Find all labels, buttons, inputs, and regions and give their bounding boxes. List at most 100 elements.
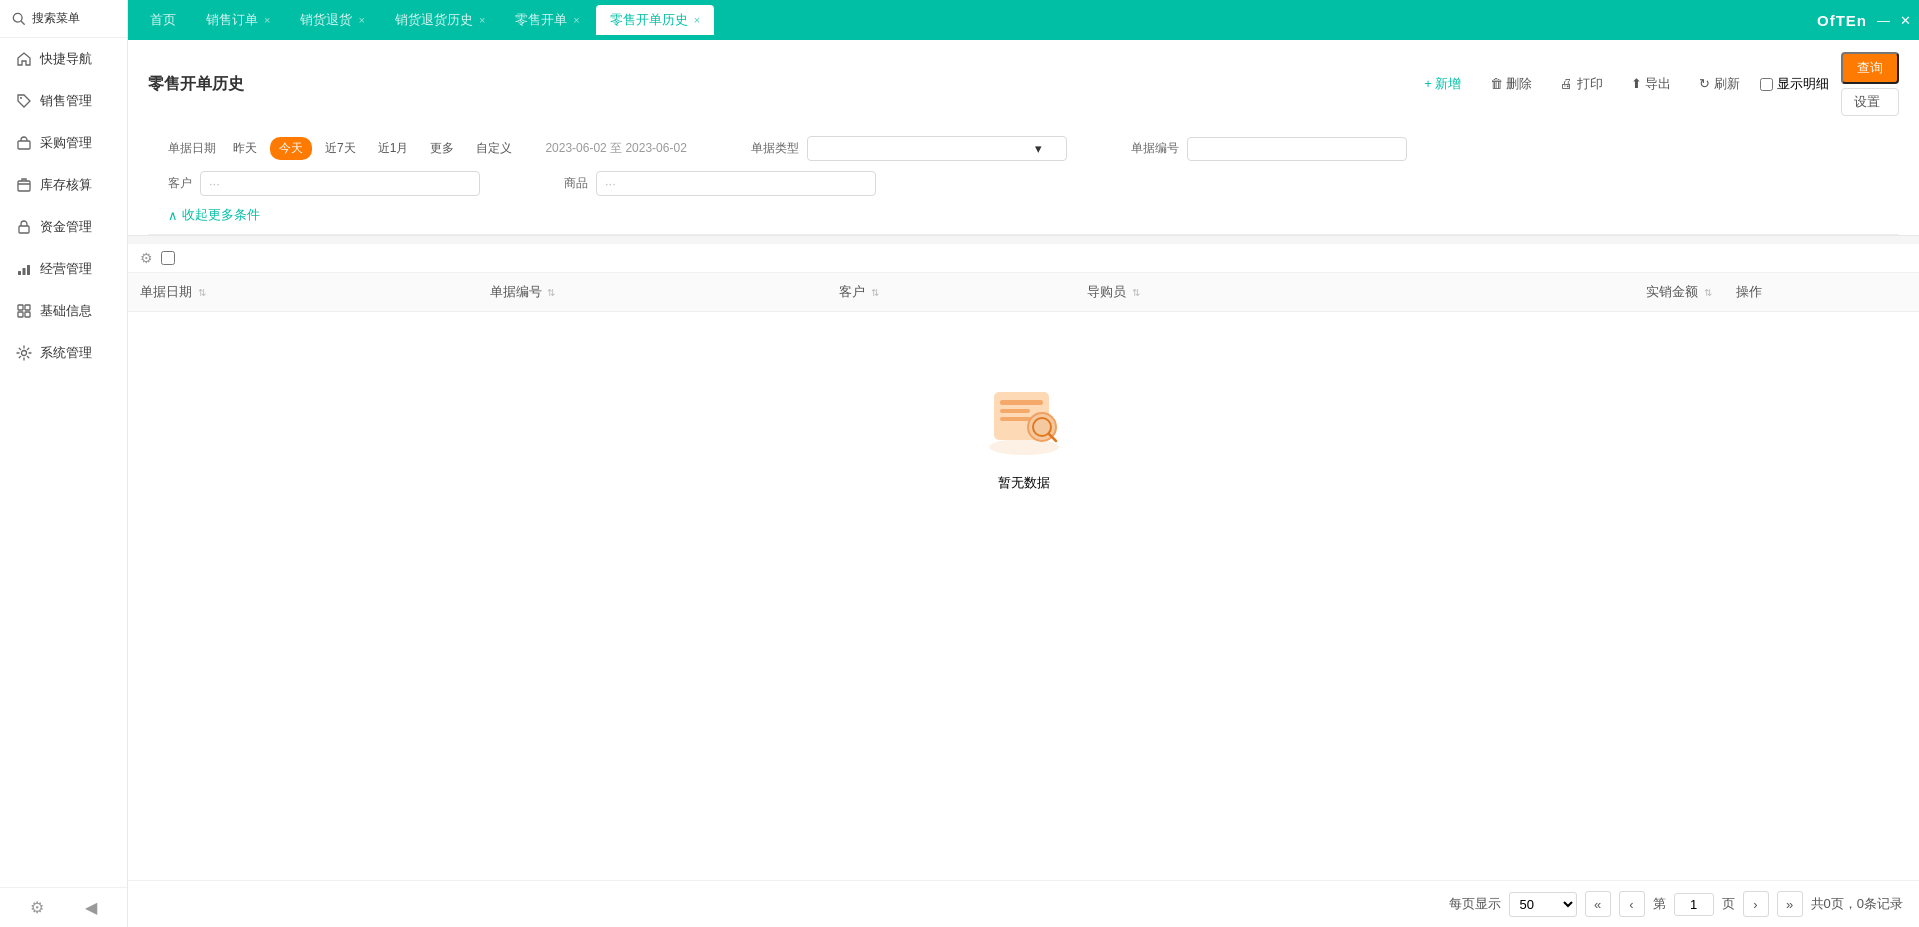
tab-bar-right: OfTEn — ✕ — [1817, 12, 1911, 29]
chevron-up-icon: ∧ — [168, 208, 178, 223]
table-header-row: 单据日期 ⇅ 单据编号 ⇅ 客户 ⇅ — [128, 273, 1919, 312]
page-input[interactable] — [1674, 893, 1714, 916]
sidebar-bottom: ⚙ ◀ — [0, 887, 127, 927]
customer-filter-label: 客户 — [168, 175, 192, 192]
sidebar-item-basic-info[interactable]: 基础信息 — [0, 290, 127, 332]
goods-select-dots: ··· — [605, 176, 616, 191]
tab-retail-open[interactable]: 零售开单 × — [501, 5, 593, 35]
goods-filter: 商品 ··· — [564, 171, 876, 196]
customer-select-dots: ··· — [209, 176, 220, 191]
sidebar-item-label: 经营管理 — [40, 260, 92, 278]
sidebar-item-inventory[interactable]: 库存核算 — [0, 164, 127, 206]
date-custom[interactable]: 自定义 — [467, 137, 521, 160]
sidebar-search[interactable]: 搜索菜单 — [0, 0, 127, 38]
sidebar-item-label: 库存核算 — [40, 176, 92, 194]
toolbar: + 新增 🗑 删除 🖨 打印 ⬆ 导出 ↻ 刷新 显示明细 查询 设置 — [1416, 52, 1899, 116]
settings-bottom-icon[interactable]: ⚙ — [30, 898, 44, 917]
sidebar-item-system-mgmt[interactable]: 系统管理 — [0, 332, 127, 374]
table-config-icon[interactable]: ⚙ — [140, 250, 153, 266]
tab-sales-order[interactable]: 销售订单 × — [192, 5, 284, 35]
type-select[interactable]: ▾ — [807, 136, 1067, 161]
col-number-label: 单据编号 — [490, 284, 542, 299]
minimize-icon[interactable]: — — [1877, 13, 1890, 28]
export-button[interactable]: ⬆ 导出 — [1623, 71, 1680, 97]
collapse-sidebar-icon[interactable]: ◀ — [85, 898, 97, 917]
sidebar-item-quick-nav[interactable]: 快捷导航 — [0, 38, 127, 80]
empty-icon — [974, 372, 1074, 462]
last-page-btn[interactable]: » — [1777, 891, 1803, 917]
svg-rect-11 — [18, 312, 23, 317]
prev-page-btn[interactable]: ‹ — [1619, 891, 1645, 917]
tab-retail-history-close[interactable]: × — [694, 14, 700, 26]
date-today[interactable]: 今天 — [270, 137, 312, 160]
next-page-btn[interactable]: › — [1743, 891, 1769, 917]
brand-label: OfTEn — [1817, 12, 1867, 29]
display-detail-toggle[interactable]: 显示明细 — [1760, 75, 1829, 93]
display-detail-checkbox[interactable] — [1760, 78, 1773, 91]
delete-button[interactable]: 🗑 删除 — [1482, 71, 1541, 97]
page-header: 零售开单历史 + 新增 🗑 删除 🖨 打印 ⬆ 导出 ↻ 刷新 显示明细 查询 … — [128, 40, 1919, 236]
tab-sales-return-close[interactable]: × — [358, 14, 364, 26]
date-more[interactable]: 更多 — [421, 137, 463, 160]
svg-rect-3 — [18, 141, 30, 149]
page-label: 第 — [1653, 895, 1666, 913]
col-salesperson-sort[interactable]: ⇅ — [1132, 287, 1140, 298]
display-detail-label: 显示明细 — [1777, 75, 1829, 93]
sidebar-item-purchase-mgmt[interactable]: 采购管理 — [0, 122, 127, 164]
filter-row-2: 客户 ··· 商品 ··· — [168, 171, 1879, 196]
query-button[interactable]: 查询 — [1841, 52, 1899, 84]
col-date-sort[interactable]: ⇅ — [198, 287, 206, 298]
col-amount: 实销金额 ⇅ — [1374, 273, 1724, 312]
col-number: 单据编号 ⇅ — [478, 273, 828, 312]
tab-sales-return-history-close[interactable]: × — [479, 14, 485, 26]
date-7days[interactable]: 近7天 — [316, 137, 365, 160]
svg-rect-5 — [19, 226, 29, 233]
per-page-select[interactable]: 50 20 100 — [1509, 892, 1577, 917]
col-number-sort[interactable]: ⇅ — [547, 287, 555, 298]
svg-rect-16 — [1000, 400, 1043, 405]
main-area: 首页 销售订单 × 销货退货 × 销货退货历史 × 零售开单 × 零售开单历史 … — [128, 0, 1919, 927]
tab-home[interactable]: 首页 — [136, 5, 190, 35]
table-area: ⚙ 单据日期 ⇅ 单据编号 ⇅ — [128, 244, 1919, 927]
number-input[interactable] — [1187, 137, 1407, 161]
tab-retail-open-close[interactable]: × — [573, 14, 579, 26]
close-window-icon[interactable]: ✕ — [1900, 13, 1911, 28]
collapse-filter-label: 收起更多条件 — [182, 206, 260, 224]
sidebar-item-finance[interactable]: 资金管理 — [0, 206, 127, 248]
svg-rect-9 — [18, 305, 23, 310]
add-button[interactable]: + 新增 — [1416, 71, 1469, 97]
tab-sales-return[interactable]: 销货退货 × — [286, 5, 378, 35]
tab-sales-return-history[interactable]: 销货退货历史 × — [381, 5, 499, 35]
date-1month[interactable]: 近1月 — [369, 137, 418, 160]
col-customer-sort[interactable]: ⇅ — [871, 287, 879, 298]
tab-sales-return-label: 销货退货 — [300, 11, 352, 29]
customer-select[interactable]: ··· — [200, 171, 480, 196]
setting-button[interactable]: 设置 — [1841, 88, 1899, 116]
first-page-btn[interactable]: « — [1585, 891, 1611, 917]
customer-filter: 客户 ··· — [168, 171, 480, 196]
shop-icon — [16, 135, 32, 151]
tab-retail-history[interactable]: 零售开单历史 × — [596, 5, 714, 35]
sidebar-item-label: 采购管理 — [40, 134, 92, 152]
svg-rect-12 — [25, 312, 30, 317]
sidebar-item-label: 快捷导航 — [40, 50, 92, 68]
tab-sales-order-close[interactable]: × — [264, 14, 270, 26]
print-button[interactable]: 🖨 打印 — [1552, 71, 1611, 97]
date-yesterday[interactable]: 昨天 — [224, 137, 266, 160]
col-amount-label: 实销金额 — [1646, 284, 1698, 299]
sidebar-item-label: 资金管理 — [40, 218, 92, 236]
collapse-filter-btn[interactable]: ∧ 收起更多条件 — [168, 206, 1879, 224]
refresh-button[interactable]: ↻ 刷新 — [1691, 71, 1748, 97]
table-wrapper: 单据日期 ⇅ 单据编号 ⇅ 客户 ⇅ — [128, 273, 1919, 880]
filter-area: 单据日期 昨天 今天 近7天 近1月 更多 自定义 2023-06-02 至 2… — [148, 126, 1899, 235]
date-range-display: 2023-06-02 至 2023-06-02 — [545, 140, 686, 157]
sidebar-item-label: 基础信息 — [40, 302, 92, 320]
col-amount-sort[interactable]: ⇅ — [1704, 287, 1712, 298]
date-buttons: 昨天 今天 近7天 近1月 更多 自定义 — [224, 137, 521, 160]
sidebar-item-biz-mgmt[interactable]: 经营管理 — [0, 248, 127, 290]
page-title: 零售开单历史 — [148, 74, 244, 95]
goods-select[interactable]: ··· — [596, 171, 876, 196]
sidebar-item-sales-mgmt[interactable]: 销售管理 — [0, 80, 127, 122]
select-all-checkbox[interactable] — [161, 251, 175, 265]
sidebar: 搜索菜单 快捷导航 销售管理 采购管理 — [0, 0, 128, 927]
